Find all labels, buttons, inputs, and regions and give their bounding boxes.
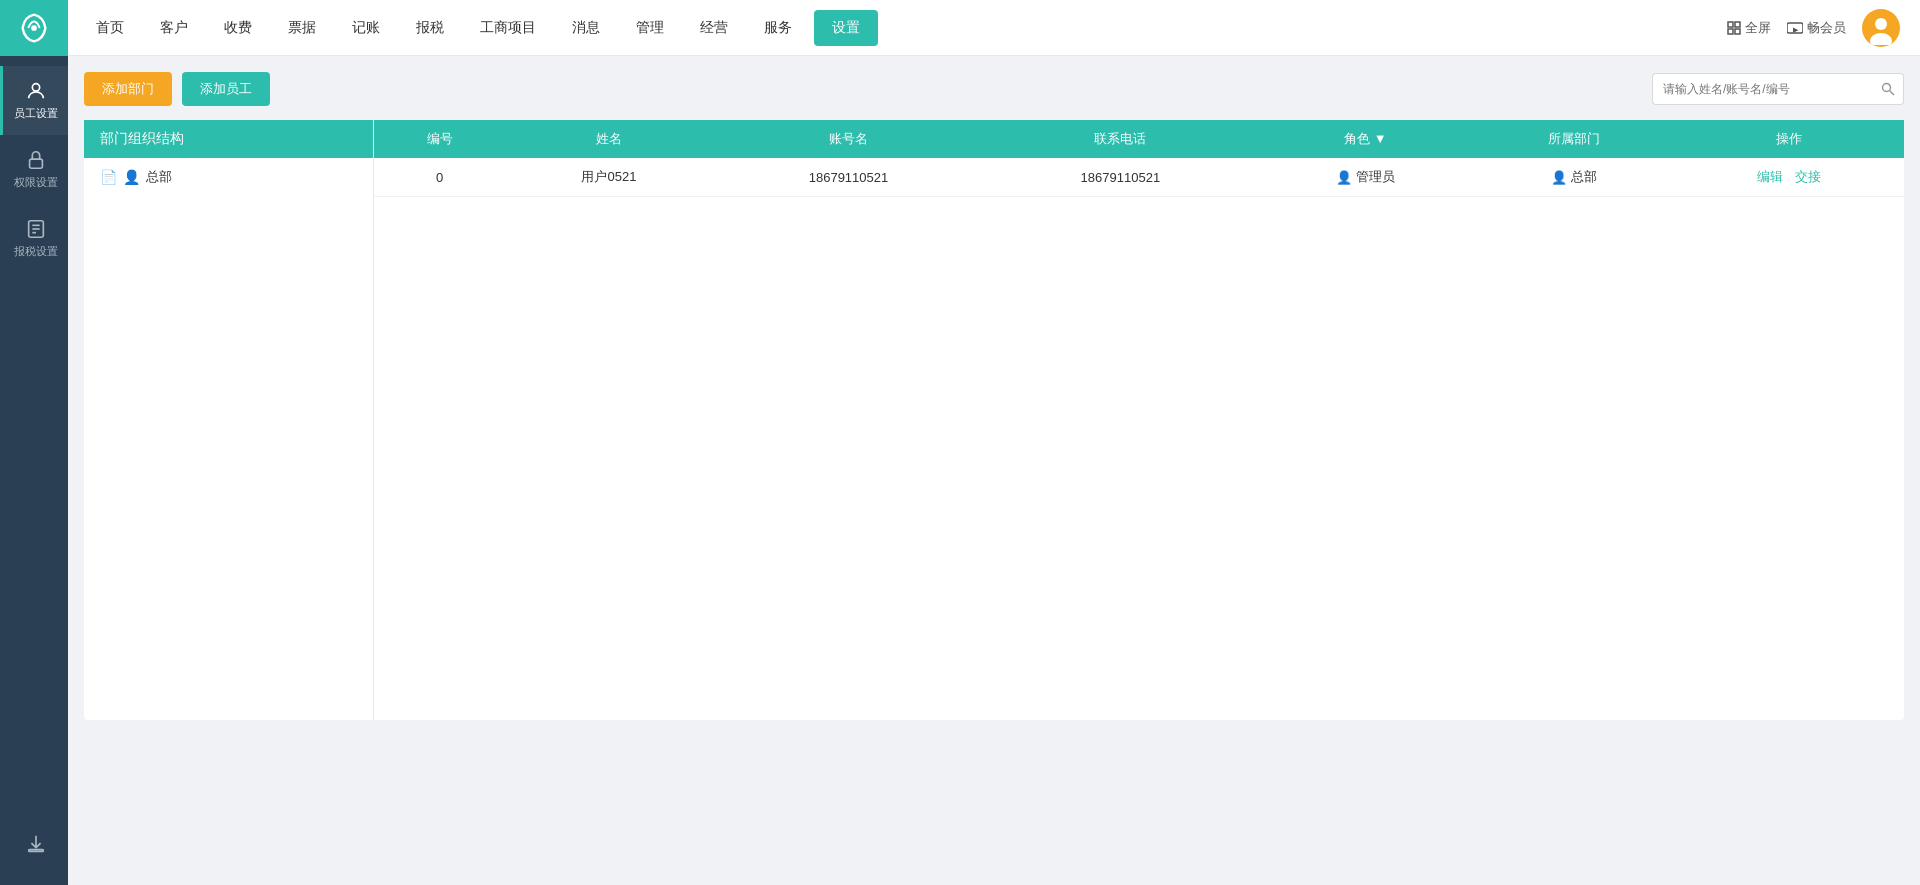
role-user-icon: 👤 — [1336, 170, 1352, 185]
add-staff-button[interactable]: 添加员工 — [182, 72, 270, 106]
employee-table: 编号 姓名 账号名 联系电话 角色 ▼ 所属部门 操作 0 用户0521 — [374, 120, 1904, 197]
svg-point-10 — [32, 84, 39, 91]
role-cell-content: 👤 管理员 — [1268, 168, 1462, 186]
vip-label: 畅会员 — [1807, 19, 1846, 37]
cell-actions: 编辑 交接 — [1674, 158, 1904, 197]
nav-account[interactable]: 记账 — [334, 0, 398, 56]
top-navigation: 首页 客户 收费 票据 记账 报税 工商项目 消息 管理 经营 服务 设置 全屏… — [0, 0, 1920, 56]
vip-btn[interactable]: ▶ 畅会员 — [1787, 19, 1846, 37]
nav-right-area: 全屏 ▶ 畅会员 — [1727, 9, 1920, 47]
nav-message[interactable]: 消息 — [554, 0, 618, 56]
tree-item-general[interactable]: 📄 👤 总部 — [84, 158, 373, 196]
dept-name: 总部 — [1571, 168, 1597, 186]
svg-rect-4 — [1735, 29, 1740, 34]
report-icon — [25, 218, 47, 240]
svg-text:▶: ▶ — [1793, 26, 1799, 33]
nav-business[interactable]: 工商项目 — [462, 0, 554, 56]
nav-home[interactable]: 首页 — [78, 0, 142, 56]
sidebar-item-staff[interactable]: 员工设置 — [0, 66, 68, 135]
svg-rect-16 — [28, 850, 43, 852]
table-panel: 编号 姓名 账号名 联系电话 角色 ▼ 所属部门 操作 0 用户0521 — [374, 120, 1904, 720]
svg-rect-1 — [1728, 22, 1733, 27]
sidebar: 员工设置 权限设置 报税设置 — [0, 56, 68, 885]
role-name: 管理员 — [1356, 168, 1395, 186]
search-area — [1652, 73, 1904, 105]
content-panel: 部门组织结构 📄 👤 总部 编号 姓名 账号名 联系电话 — [84, 120, 1904, 720]
table-header-row: 编号 姓名 账号名 联系电话 角色 ▼ 所属部门 操作 — [374, 120, 1904, 158]
tree-panel: 部门组织结构 📄 👤 总部 — [84, 120, 374, 720]
nav-customer[interactable]: 客户 — [142, 0, 206, 56]
fullscreen-label: 全屏 — [1745, 19, 1771, 37]
transfer-link[interactable]: 交接 — [1795, 169, 1821, 184]
main-layout: 员工设置 权限设置 报税设置 — [0, 56, 1920, 885]
lock-icon — [25, 149, 47, 171]
col-role[interactable]: 角色 ▼ — [1256, 120, 1474, 158]
search-icon — [1881, 82, 1895, 96]
cell-id: 0 — [374, 158, 505, 197]
fullscreen-btn[interactable]: 全屏 — [1727, 19, 1771, 37]
add-dept-button[interactable]: 添加部门 — [84, 72, 172, 106]
user-group-icon: 👤 — [123, 169, 140, 185]
svg-rect-3 — [1728, 29, 1733, 34]
logo-area — [0, 0, 68, 56]
vip-icon: ▶ — [1787, 21, 1803, 35]
tree-header: 部门组织结构 — [84, 120, 373, 158]
dept-cell-content: 👤 总部 — [1486, 168, 1662, 186]
svg-point-8 — [1875, 18, 1887, 30]
svg-point-0 — [31, 25, 37, 31]
dept-user-icon: 👤 — [1551, 170, 1567, 185]
search-input[interactable] — [1652, 73, 1872, 105]
nav-settings[interactable]: 设置 — [814, 10, 878, 46]
sidebar-item-download[interactable] — [0, 819, 68, 869]
col-name: 姓名 — [505, 120, 712, 158]
avatar-icon — [1864, 11, 1898, 45]
col-id: 编号 — [374, 120, 505, 158]
svg-point-17 — [1882, 84, 1890, 92]
search-button[interactable] — [1872, 73, 1904, 105]
nav-bill[interactable]: 票据 — [270, 0, 334, 56]
cell-dept: 👤 总部 — [1474, 158, 1674, 197]
table-row: 0 用户0521 18679110521 18679110521 👤 管理员 — [374, 158, 1904, 197]
app-logo — [15, 9, 53, 47]
user-avatar[interactable] — [1862, 9, 1900, 47]
toolbar: 添加部门 添加员工 — [84, 72, 1904, 106]
nav-service[interactable]: 服务 — [746, 0, 810, 56]
cell-phone: 18679110521 — [984, 158, 1256, 197]
svg-line-18 — [1889, 91, 1894, 96]
nav-manage[interactable]: 管理 — [618, 0, 682, 56]
cell-role: 👤 管理员 — [1256, 158, 1474, 197]
sidebar-item-permission[interactable]: 权限设置 — [0, 135, 68, 204]
sidebar-item-tax-settings[interactable]: 报税设置 — [0, 204, 68, 273]
fullscreen-icon — [1727, 21, 1741, 35]
sidebar-staff-label: 员工设置 — [14, 106, 58, 121]
col-account: 账号名 — [713, 120, 985, 158]
svg-rect-11 — [29, 159, 42, 168]
person-icon — [25, 80, 47, 102]
nav-operation[interactable]: 经营 — [682, 0, 746, 56]
sidebar-tax-label: 报税设置 — [14, 244, 58, 259]
sidebar-permission-label: 权限设置 — [14, 175, 58, 190]
svg-rect-2 — [1735, 22, 1740, 27]
edit-link[interactable]: 编辑 — [1757, 169, 1783, 184]
nav-menu: 首页 客户 收费 票据 记账 报税 工商项目 消息 管理 经营 服务 设置 — [68, 0, 1727, 55]
main-content: 添加部门 添加员工 部门组织结构 📄 👤 总部 — [68, 56, 1920, 885]
doc-icon: 📄 — [100, 169, 117, 185]
col-actions: 操作 — [1674, 120, 1904, 158]
cell-name: 用户0521 — [505, 158, 712, 197]
nav-fee[interactable]: 收费 — [206, 0, 270, 56]
download-icon — [25, 833, 47, 855]
col-dept: 所属部门 — [1474, 120, 1674, 158]
col-phone: 联系电话 — [984, 120, 1256, 158]
nav-tax[interactable]: 报税 — [398, 0, 462, 56]
cell-account: 18679110521 — [713, 158, 985, 197]
tree-dept-name: 总部 — [146, 168, 172, 186]
